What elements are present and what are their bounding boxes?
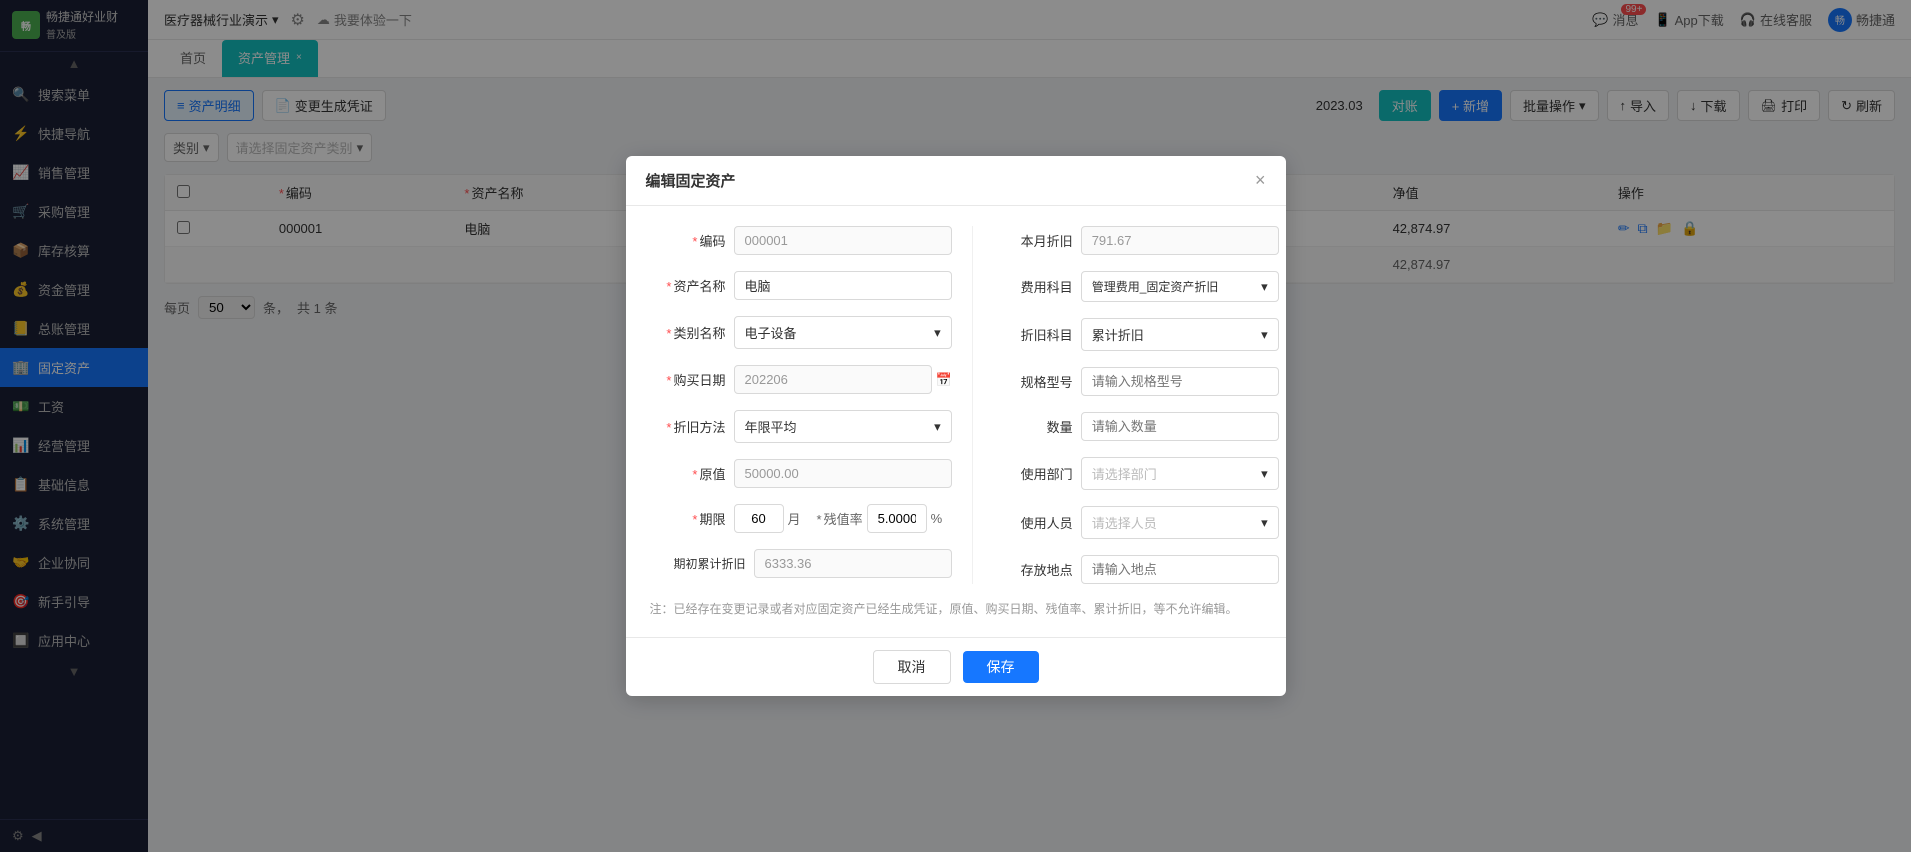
form-col-right: 本月折旧 费用科目 管理费用_固定资产折旧 ▾ 折旧科目 bbox=[972, 226, 1279, 584]
form-note: 注：已经存在变更记录或者对应固定资产已经生成凭证，原值、购买日期、残值率、累计折… bbox=[646, 600, 1266, 617]
form-row-category: *类别名称 电子设备 ▾ bbox=[646, 316, 952, 349]
dep-method-label: *折旧方法 bbox=[646, 417, 726, 436]
form-row-personnel: 使用人员 请选择人员 ▾ bbox=[993, 506, 1279, 539]
original-value-label: *原值 bbox=[646, 464, 726, 483]
personnel-select[interactable]: 请选择人员 ▾ bbox=[1081, 506, 1279, 539]
category-name-label: *类别名称 bbox=[646, 323, 726, 342]
form-row-spec: 规格型号 bbox=[993, 367, 1279, 396]
calendar-icon[interactable]: 📅 bbox=[936, 372, 952, 388]
period-unit: 月 bbox=[788, 509, 801, 528]
spec-label: 规格型号 bbox=[993, 372, 1073, 391]
cancel-button[interactable]: 取消 bbox=[873, 650, 951, 684]
period-group: 月 *残值率 % bbox=[734, 504, 952, 533]
modal-header: 编辑固定资产 × bbox=[626, 156, 1286, 206]
form-col-left: *编码 *资产名称 *类别名称 电子设备 ▾ bbox=[646, 226, 972, 584]
note-text: 注：已经存在变更记录或者对应固定资产已经生成凭证，原值、购买日期、残值率、累计折… bbox=[650, 594, 1238, 624]
expense-subject-value: 管理费用_固定资产折旧 bbox=[1092, 278, 1219, 295]
purchase-date-group: 📅 bbox=[734, 365, 952, 394]
save-button[interactable]: 保存 bbox=[963, 651, 1039, 683]
dep-subject-label: 折旧科目 bbox=[993, 325, 1073, 344]
dep-subject-arrow: ▾ bbox=[1261, 327, 1268, 343]
form-row-dep-method: *折旧方法 年限平均 ▾ bbox=[646, 410, 952, 443]
form-row-period-dep: 期初累计折旧 bbox=[646, 549, 952, 578]
code-label: *编码 bbox=[646, 231, 726, 250]
purchase-date-label: *购买日期 bbox=[646, 370, 726, 389]
form-row-original-value: *原值 bbox=[646, 459, 952, 488]
monthly-dep-input bbox=[1081, 226, 1279, 255]
purchase-date-input[interactable] bbox=[734, 365, 932, 394]
modal-close-btn[interactable]: × bbox=[1255, 170, 1266, 191]
personnel-arrow: ▾ bbox=[1261, 515, 1268, 531]
dep-method-value: 年限平均 bbox=[745, 417, 797, 436]
asset-name-input[interactable] bbox=[734, 271, 952, 300]
department-arrow: ▾ bbox=[1261, 466, 1268, 482]
department-label: 使用部门 bbox=[993, 464, 1073, 483]
expense-subject-label: 费用科目 bbox=[993, 277, 1073, 296]
personnel-label: 使用人员 bbox=[993, 513, 1073, 532]
modal-title: 编辑固定资产 bbox=[646, 170, 736, 191]
category-select[interactable]: 电子设备 ▾ bbox=[734, 316, 952, 349]
form-row-asset-name: *资产名称 bbox=[646, 271, 952, 300]
modal-body: *编码 *资产名称 *类别名称 电子设备 ▾ bbox=[626, 206, 1286, 637]
modal-overlay: 编辑固定资产 × *编码 *资产名称 bbox=[0, 0, 1911, 852]
period-dep-label: 期初累计折旧 bbox=[646, 555, 746, 572]
period-dep-input[interactable] bbox=[754, 549, 952, 578]
expense-subject-arrow: ▾ bbox=[1261, 279, 1268, 295]
form-row-period: *期限 月 *残值率 % bbox=[646, 504, 952, 533]
form-row-monthly-dep: 本月折旧 bbox=[993, 226, 1279, 255]
residual-rate-label: *残值率 bbox=[817, 509, 863, 528]
form-row-department: 使用部门 请选择部门 ▾ bbox=[993, 457, 1279, 490]
department-select[interactable]: 请选择部门 ▾ bbox=[1081, 457, 1279, 490]
original-value-input[interactable] bbox=[734, 459, 952, 488]
form-grid: *编码 *资产名称 *类别名称 电子设备 ▾ bbox=[646, 226, 1266, 584]
period-input[interactable] bbox=[734, 504, 784, 533]
dep-method-arrow: ▾ bbox=[934, 419, 941, 435]
form-row-code: *编码 bbox=[646, 226, 952, 255]
form-row-quantity: 数量 bbox=[993, 412, 1279, 441]
department-placeholder: 请选择部门 bbox=[1092, 464, 1157, 483]
category-select-value: 电子设备 bbox=[745, 323, 797, 342]
residual-rate-input[interactable] bbox=[867, 504, 927, 533]
dep-subject-value: 累计折旧 bbox=[1092, 325, 1144, 344]
spec-input[interactable] bbox=[1081, 367, 1279, 396]
quantity-label: 数量 bbox=[993, 417, 1073, 436]
dep-subject-select[interactable]: 累计折旧 ▾ bbox=[1081, 318, 1279, 351]
modal-footer: 取消 保存 bbox=[626, 637, 1286, 696]
expense-subject-select[interactable]: 管理费用_固定资产折旧 ▾ bbox=[1081, 271, 1279, 302]
personnel-placeholder: 请选择人员 bbox=[1092, 513, 1157, 532]
monthly-dep-label: 本月折旧 bbox=[993, 231, 1073, 250]
form-row-purchase-date: *购买日期 📅 bbox=[646, 365, 952, 394]
dep-method-select[interactable]: 年限平均 ▾ bbox=[734, 410, 952, 443]
asset-name-label: *资产名称 bbox=[646, 276, 726, 295]
period-label: *期限 bbox=[646, 509, 726, 528]
category-select-arrow: ▾ bbox=[934, 325, 941, 341]
code-input[interactable] bbox=[734, 226, 952, 255]
quantity-input[interactable] bbox=[1081, 412, 1279, 441]
form-row-expense-subject: 费用科目 管理费用_固定资产折旧 ▾ bbox=[993, 271, 1279, 302]
form-row-dep-subject: 折旧科目 累计折旧 ▾ bbox=[993, 318, 1279, 351]
location-label: 存放地点 bbox=[993, 560, 1073, 579]
form-row-location: 存放地点 bbox=[993, 555, 1279, 584]
edit-asset-modal: 编辑固定资产 × *编码 *资产名称 bbox=[626, 156, 1286, 696]
location-input[interactable] bbox=[1081, 555, 1279, 584]
residual-rate-unit: % bbox=[931, 511, 943, 526]
